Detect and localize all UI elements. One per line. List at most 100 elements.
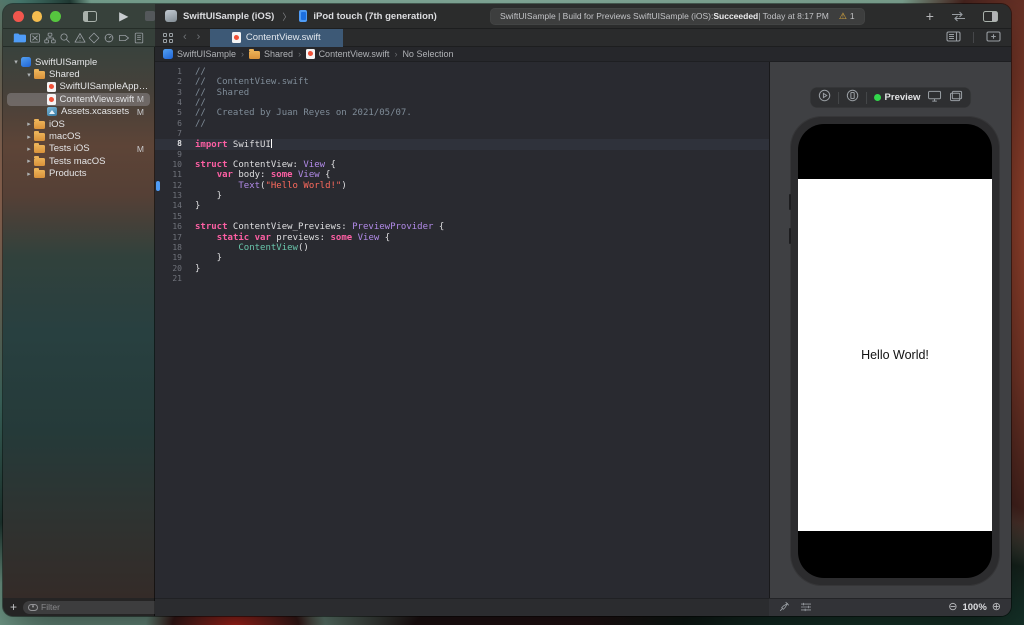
line-number[interactable]: 5 [155,108,182,118]
scheme-target-label[interactable]: SwiftUISample (iOS) [183,11,274,22]
preview-app-viewport[interactable]: Hello World! [798,179,992,531]
run-button[interactable]: ▶ [119,9,128,23]
breakpoint-navigator-icon[interactable] [118,32,130,44]
version-editor-icon[interactable] [951,11,966,22]
zoom-out-icon[interactable]: ⊖ [948,602,957,613]
line-number[interactable]: 16 [155,222,182,232]
back-icon[interactable]: ‹ [183,32,187,43]
library-plus-icon[interactable]: + [926,8,934,24]
symbol-navigator-icon[interactable] [44,32,56,44]
line-number[interactable]: 8 [155,139,182,149]
line-number[interactable]: 10 [155,160,182,170]
line-number[interactable]: 7 [155,129,182,139]
disclosure-icon[interactable]: ▸ [24,120,34,128]
code-line[interactable]: 18 ContentView() [155,243,769,253]
line-number[interactable]: 2 [155,77,182,87]
disclosure-icon[interactable]: ▸ [24,170,34,178]
file-row[interactable]: ▸ Tests macOS [7,155,150,167]
source-control-navigator-icon[interactable] [29,32,41,44]
code-line[interactable]: 21 [155,274,769,284]
device-settings-icon[interactable] [927,89,942,107]
disclosure-icon[interactable]: ▸ [24,157,34,165]
scheme-selector[interactable]: SwiftUISample (iOS) 〉 iPod touch (7th ge… [165,10,437,23]
minimize-icon[interactable] [31,10,43,22]
code-line[interactable]: 14} [155,201,769,211]
code-line[interactable]: 13 } [155,191,769,201]
line-number[interactable]: 15 [155,212,182,222]
line-number[interactable]: 6 [155,119,182,129]
sidebar-toggle-icon[interactable] [82,10,98,22]
line-number[interactable]: 11 [155,170,182,180]
activity-status-bar[interactable]: SwiftUISample | Build for Previews Swift… [490,7,865,25]
pin-icon[interactable] [779,599,790,617]
file-row[interactable]: Assets.xcassets M [7,106,150,118]
code-line[interactable]: 3 // Shared [155,88,769,98]
warning-count[interactable]: 1 [850,11,855,21]
file-row[interactable]: ContentView.swift M [7,93,150,106]
disclosure-icon[interactable]: ▸ [24,133,34,141]
zoom-in-icon[interactable]: ⊕ [992,602,1001,613]
inspector-toggle-icon[interactable] [982,10,998,22]
code-line[interactable]: 17 static var previews: some View { [155,233,769,243]
file-row[interactable]: ▾ Shared [7,68,150,80]
line-number[interactable]: 18 [155,243,182,253]
line-number[interactable]: 4 [155,98,182,108]
code-line[interactable]: 2 // ContentView.swift [155,77,769,87]
preview-on-device-icon[interactable] [846,89,859,107]
forward-icon[interactable]: › [197,32,201,43]
canvas-settings-icon[interactable] [800,599,812,617]
line-number[interactable]: 12 [155,181,182,191]
code-line[interactable]: 5 // Created by Juan Reyes on 2021/05/07. [155,108,769,118]
line-number[interactable]: 17 [155,233,182,243]
run-destination-label[interactable]: iPod touch (7th generation) [313,11,437,22]
duplicate-preview-icon[interactable] [949,89,963,107]
filter-input[interactable] [41,602,153,612]
code-line[interactable]: 11 var body: some View { [155,170,769,180]
code-line[interactable]: 4 // [155,98,769,108]
close-icon[interactable] [13,10,24,22]
line-number[interactable]: 20 [155,264,182,274]
code-line[interactable]: 10 struct ContentView: View { [155,160,769,170]
code-line[interactable]: 19 } [155,253,769,263]
report-navigator-icon[interactable] [133,32,145,44]
line-number[interactable]: 21 [155,274,182,284]
file-row[interactable]: ▸ Products [7,168,150,180]
related-items-icon[interactable] [163,32,173,43]
code-line[interactable]: 6 // [155,119,769,129]
warning-icon[interactable]: ⚠ [839,11,847,22]
find-navigator-icon[interactable] [59,32,71,44]
source-editor[interactable]: 1 // 2 // ContentView.swift 3 // Shared 4 // 5 //… [155,62,769,598]
file-row[interactable]: ▾ SwiftUISample [7,56,150,68]
test-navigator-icon[interactable] [88,32,100,44]
debug-navigator-icon[interactable] [103,32,115,44]
line-number[interactable]: 3 [155,88,182,98]
project-navigator-icon[interactable] [13,32,26,43]
code-line[interactable]: 20} [155,264,769,274]
disclosure-icon[interactable]: ▸ [24,145,34,153]
stop-button[interactable] [145,11,155,21]
line-number[interactable]: 19 [155,253,182,263]
disclosure-icon[interactable]: ▾ [24,71,34,79]
jump-bar[interactable]: SwiftUISample › Shared › ContentView.swift › N… [155,47,1011,62]
code-line[interactable]: 15 [155,212,769,222]
tab-contentview[interactable]: ContentView.swift [210,28,343,47]
issue-navigator-icon[interactable] [74,32,86,44]
code-line[interactable]: 9 [155,150,769,160]
file-row[interactable]: ▸ macOS [7,130,150,142]
zoom-icon[interactable] [50,10,61,22]
file-row[interactable]: ▸ Tests iOS M [7,143,150,155]
add-editor-icon[interactable] [986,29,1001,47]
file-row[interactable]: SwiftUISampleApp.swift [7,81,150,93]
line-number[interactable]: 1 [155,67,182,77]
code-line[interactable]: 12 Text("Hello World!") [155,181,769,191]
code-line[interactable]: 7 [155,129,769,139]
line-number[interactable]: 14 [155,201,182,211]
code-line[interactable]: 1 // [155,67,769,77]
breadcrumb-item[interactable]: SwiftUISample [163,49,236,59]
breadcrumb-item[interactable]: Shared [249,48,293,59]
breadcrumb-item[interactable]: ContentView.swift [306,48,389,60]
add-file-icon[interactable]: + [10,600,17,614]
file-row[interactable]: ▸ iOS [7,118,150,130]
line-number[interactable]: 13 [155,191,182,201]
editor-options-icon[interactable] [946,29,961,47]
